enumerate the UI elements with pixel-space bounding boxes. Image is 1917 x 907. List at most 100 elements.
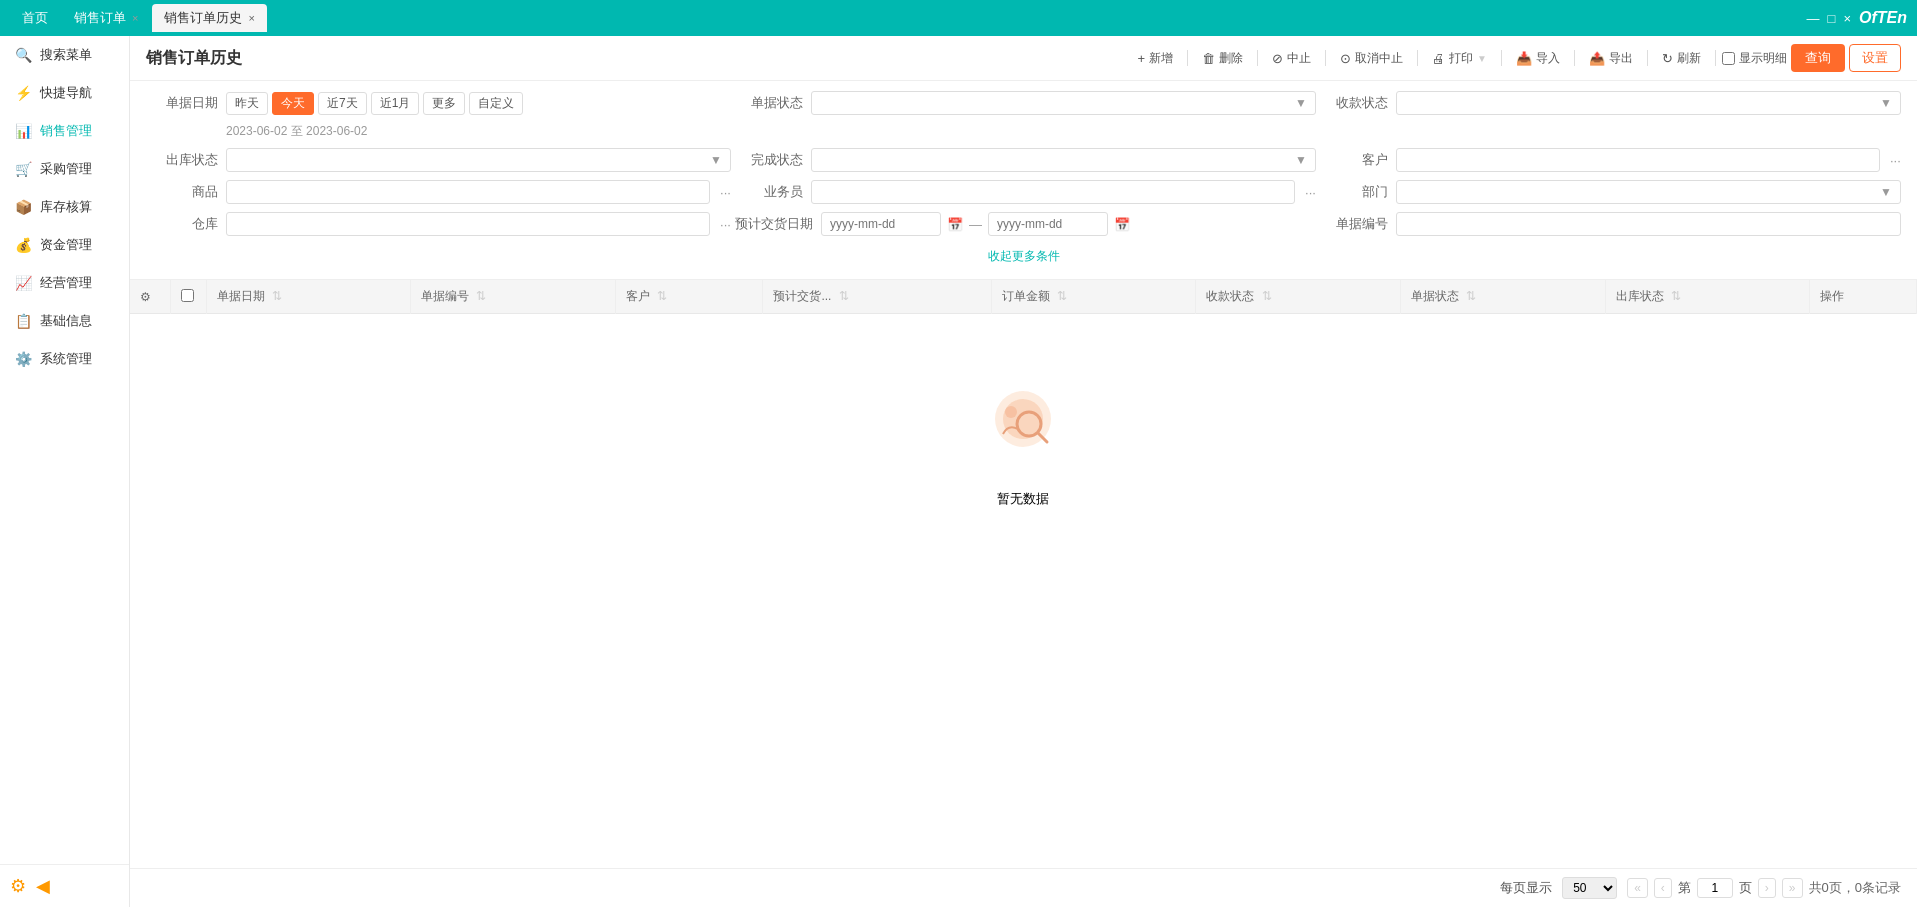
sidebar-settings-icon[interactable]: ⚙ [10, 875, 26, 897]
th-expected-date-sort[interactable]: ⇅ [839, 289, 849, 303]
receipt-status-select[interactable]: ▼ [1396, 91, 1901, 115]
nav-prev-button[interactable]: ‹ [1654, 878, 1672, 898]
show-detail-checkbox[interactable] [1722, 52, 1735, 65]
warehouse-input[interactable] [226, 212, 710, 236]
sidebar-bottom: ⚙ ◀ [0, 864, 129, 907]
tab-sales-order-history[interactable]: 销售订单历史 × [152, 4, 266, 32]
settings-button[interactable]: 设置 [1849, 44, 1901, 72]
sidebar-item-finance-label: 资金管理 [40, 236, 92, 254]
customer-dots[interactable]: ··· [1890, 153, 1901, 168]
empty-cell: 暂无数据 [130, 314, 1917, 569]
per-page-select[interactable]: 50 20 100 [1562, 877, 1617, 899]
delete-button[interactable]: 🗑 删除 [1194, 46, 1251, 71]
th-bill-no-sort[interactable]: ⇅ [476, 289, 486, 303]
sidebar-item-system-label: 系统管理 [40, 350, 92, 368]
date-btn-7days[interactable]: 近7天 [318, 92, 367, 115]
sidebar-item-sales-mgmt-label: 销售管理 [40, 122, 92, 140]
footer: 每页显示 50 20 100 « ‹ 第 页 › » 共0页，0条记录 [130, 868, 1917, 907]
date-to-input[interactable] [988, 212, 1108, 236]
bill-no-input[interactable] [1396, 212, 1901, 236]
bill-status-label: 单据状态 [731, 94, 811, 112]
th-date-sort[interactable]: ⇅ [272, 289, 282, 303]
complete-status-select[interactable]: ▼ [811, 148, 1316, 172]
stop-button[interactable]: ⊘ 中止 [1264, 46, 1319, 71]
collapse-button[interactable]: 收起更多条件 [988, 249, 1060, 263]
receipt-status-label: 收款状态 [1316, 94, 1396, 112]
nav-first-button[interactable]: « [1627, 878, 1648, 898]
system-icon: ⚙️ [14, 350, 32, 368]
window-minimize[interactable]: — [1807, 11, 1820, 26]
th-amount-sort[interactable]: ⇅ [1057, 289, 1067, 303]
product-control: ··· [226, 180, 731, 204]
th-operations-label: 操作 [1820, 289, 1844, 303]
date-btn-more[interactable]: 更多 [423, 92, 465, 115]
sidebar-item-system[interactable]: ⚙️ 系统管理 [0, 340, 129, 378]
salesperson-dots[interactable]: ··· [1305, 185, 1316, 200]
divider-7 [1647, 50, 1648, 66]
sidebar-collapse-icon[interactable]: ◀ [36, 875, 50, 897]
show-detail-label: 显示明细 [1739, 50, 1787, 67]
add-button[interactable]: + 新增 [1130, 46, 1182, 71]
sidebar-item-purchase-mgmt-label: 采购管理 [40, 160, 92, 178]
query-button[interactable]: 查询 [1791, 44, 1845, 72]
select-all-checkbox[interactable] [181, 289, 194, 302]
th-bill-status-sort[interactable]: ⇅ [1466, 289, 1476, 303]
th-out-status-sort[interactable]: ⇅ [1671, 289, 1681, 303]
sidebar-item-search-menu[interactable]: 🔍 搜索菜单 [0, 36, 129, 74]
out-status-select[interactable]: ▼ [226, 148, 731, 172]
nav-next-button[interactable]: › [1758, 878, 1776, 898]
window-maximize[interactable]: □ [1828, 11, 1836, 26]
sidebar-item-inventory-label: 库存核算 [40, 198, 92, 216]
sidebar-item-quick-nav[interactable]: ⚡ 快捷导航 [0, 74, 129, 112]
date-btn-today[interactable]: 今天 [272, 92, 314, 115]
tab-sales-order-close[interactable]: × [132, 12, 138, 24]
date-btn-custom[interactable]: 自定义 [469, 92, 523, 115]
salesperson-input[interactable] [811, 180, 1295, 204]
sidebar-item-finance[interactable]: 💰 资金管理 [0, 226, 129, 264]
import-button[interactable]: 📥 导入 [1508, 46, 1568, 71]
warehouse-control: ··· [226, 212, 731, 236]
sidebar-item-operations[interactable]: 📈 经营管理 [0, 264, 129, 302]
tab-sales-order-history-close[interactable]: × [248, 12, 254, 24]
date-from-input[interactable] [821, 212, 941, 236]
cancel-stop-button[interactable]: ⊙ 取消中止 [1332, 46, 1411, 71]
nav-last-button[interactable]: » [1782, 878, 1803, 898]
tab-home[interactable]: 首页 [10, 4, 60, 32]
th-settings[interactable]: ⚙ [130, 280, 170, 314]
settings-gear-icon[interactable]: ⚙ [140, 290, 151, 304]
th-receipt-status-sort[interactable]: ⇅ [1262, 289, 1272, 303]
operations-icon: 📈 [14, 274, 32, 292]
department-select[interactable]: ▼ [1396, 180, 1901, 204]
date-btn-1month[interactable]: 近1月 [371, 92, 420, 115]
export-button[interactable]: 📤 导出 [1581, 46, 1641, 71]
department-label: 部门 [1316, 183, 1396, 201]
sidebar-item-quick-nav-label: 快捷导航 [40, 84, 92, 102]
warehouse-dots[interactable]: ··· [720, 217, 731, 232]
print-button[interactable]: 🖨 打印 ▼ [1424, 46, 1495, 71]
show-detail-checkbox-label[interactable]: 显示明细 [1722, 50, 1787, 67]
page-input[interactable] [1697, 878, 1733, 898]
refresh-button[interactable]: ↻ 刷新 [1654, 46, 1709, 71]
sidebar-item-purchase-mgmt[interactable]: 🛒 采购管理 [0, 150, 129, 188]
th-checkbox[interactable] [170, 280, 206, 314]
cancel-stop-label: 取消中止 [1355, 50, 1403, 67]
th-amount: 订单金额 ⇅ [991, 280, 1196, 314]
window-close[interactable]: × [1843, 11, 1851, 26]
sidebar-item-basic-info[interactable]: 📋 基础信息 [0, 302, 129, 340]
th-amount-label: 订单金额 [1002, 289, 1050, 303]
sidebar-item-sales-mgmt[interactable]: 📊 销售管理 [0, 112, 129, 150]
product-input[interactable] [226, 180, 710, 204]
th-customer-sort[interactable]: ⇅ [657, 289, 667, 303]
tab-sales-order[interactable]: 销售订单 × [62, 4, 150, 32]
bill-status-select[interactable]: ▼ [811, 91, 1316, 115]
sidebar-item-inventory[interactable]: 📦 库存核算 [0, 188, 129, 226]
date-btn-yesterday[interactable]: 昨天 [226, 92, 268, 115]
customer-input[interactable] [1396, 148, 1880, 172]
product-dots[interactable]: ··· [720, 185, 731, 200]
inventory-icon: 📦 [14, 198, 32, 216]
department-arrow: ▼ [1880, 185, 1892, 199]
bill-status-arrow: ▼ [1295, 96, 1307, 110]
content-area: 销售订单历史 + 新增 🗑 删除 ⊘ 中止 ⊙ [130, 36, 1917, 907]
print-dropdown-icon[interactable]: ▼ [1477, 53, 1487, 64]
date-range-row: 2023-06-02 至 2023-06-02 [146, 123, 1901, 140]
